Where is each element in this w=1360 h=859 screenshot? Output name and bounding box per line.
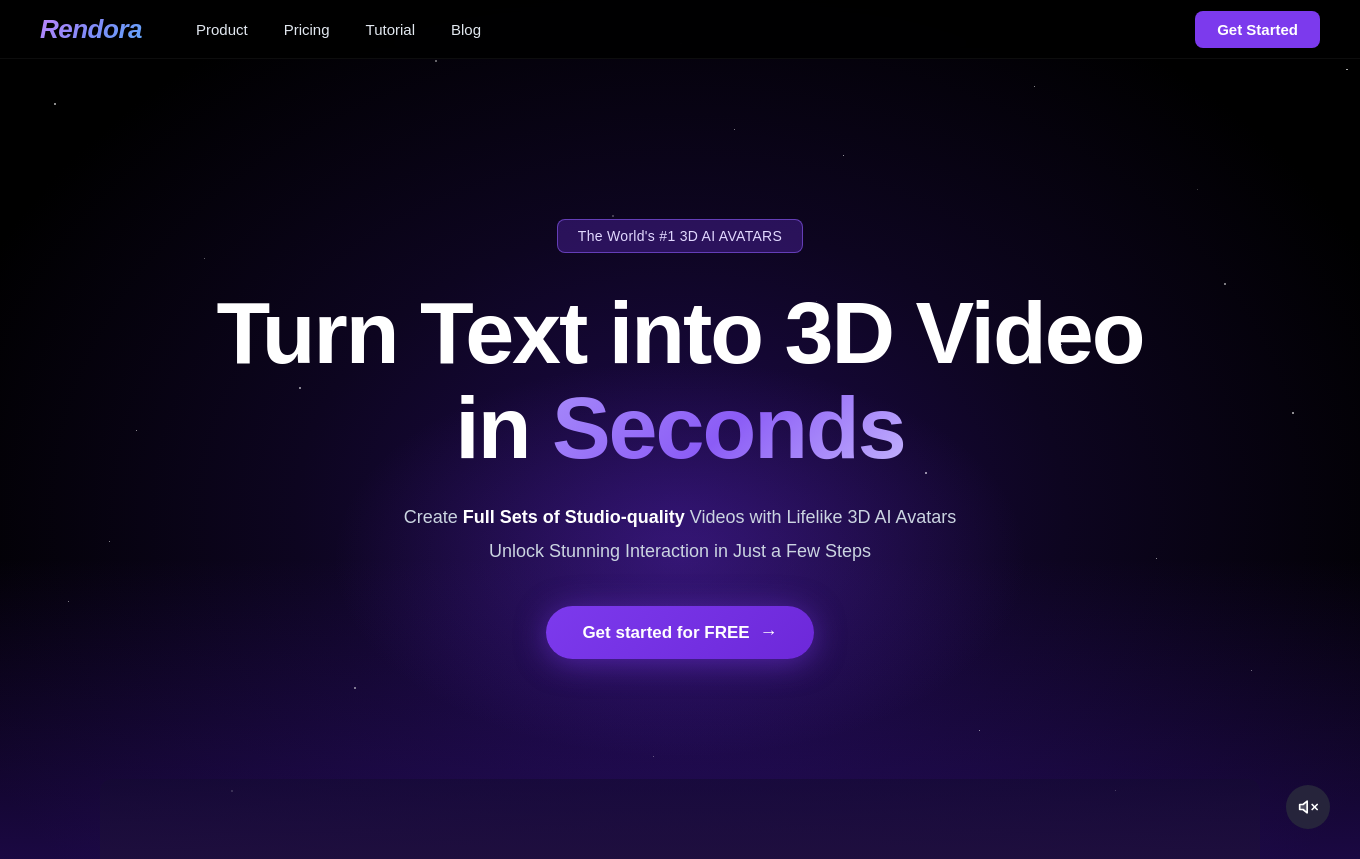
mute-button[interactable] bbox=[1286, 785, 1330, 829]
nav-left: Rendora Product Pricing Tutorial Blog bbox=[40, 14, 495, 45]
hero-sub2: Unlock Stunning Interaction in Just a Fe… bbox=[489, 541, 871, 562]
arrow-right-icon: → bbox=[760, 622, 778, 643]
star bbox=[354, 687, 356, 689]
star bbox=[843, 155, 844, 156]
star bbox=[54, 103, 56, 105]
hero-title-line1-white: Turn Text bbox=[217, 283, 609, 382]
nav-links: Product Pricing Tutorial Blog bbox=[182, 15, 495, 44]
hero-subtitle-bold: Full Sets of Studio-quality bbox=[463, 507, 685, 527]
logo[interactable]: Rendora bbox=[40, 14, 142, 45]
nav-link-product[interactable]: Product bbox=[182, 15, 262, 44]
hero-cta-button[interactable]: Get started for FREE → bbox=[546, 606, 813, 659]
star bbox=[1251, 670, 1252, 671]
nav-link-pricing[interactable]: Pricing bbox=[270, 15, 344, 44]
navbar: Rendora Product Pricing Tutorial Blog Ge… bbox=[0, 0, 1360, 59]
star bbox=[68, 601, 69, 602]
hero-title: Turn Text into 3D Video in Seconds bbox=[217, 285, 1144, 475]
star bbox=[1292, 412, 1294, 414]
star bbox=[1034, 86, 1035, 87]
hero-content: The World's #1 3D AI AVATARS Turn Text i… bbox=[197, 219, 1164, 660]
star bbox=[1224, 283, 1226, 285]
star bbox=[1197, 189, 1199, 191]
star bbox=[136, 430, 137, 431]
star bbox=[734, 129, 735, 130]
star bbox=[612, 215, 614, 217]
star bbox=[435, 60, 437, 62]
nav-link-blog[interactable]: Blog bbox=[437, 15, 495, 44]
hero-subtitle: Create Full Sets of Studio-quality Video… bbox=[404, 503, 957, 532]
star bbox=[979, 730, 980, 731]
hero-title-seconds: Seconds bbox=[552, 378, 905, 477]
star bbox=[653, 756, 655, 758]
star bbox=[109, 541, 110, 542]
hero-section: The World's #1 3D AI AVATARS Turn Text i… bbox=[0, 0, 1360, 859]
svg-marker-0 bbox=[1300, 801, 1308, 813]
nav-get-started-button[interactable]: Get Started bbox=[1195, 11, 1320, 48]
hero-title-in: in bbox=[455, 378, 552, 477]
hero-badge: The World's #1 3D AI AVATARS bbox=[557, 219, 803, 253]
hero-title-into: into 3D Video bbox=[609, 283, 1144, 382]
nav-link-tutorial[interactable]: Tutorial bbox=[352, 15, 429, 44]
video-preview-strip bbox=[100, 779, 1260, 859]
mute-icon bbox=[1298, 797, 1318, 817]
star bbox=[1346, 69, 1348, 71]
hero-cta-label: Get started for FREE bbox=[582, 623, 749, 643]
